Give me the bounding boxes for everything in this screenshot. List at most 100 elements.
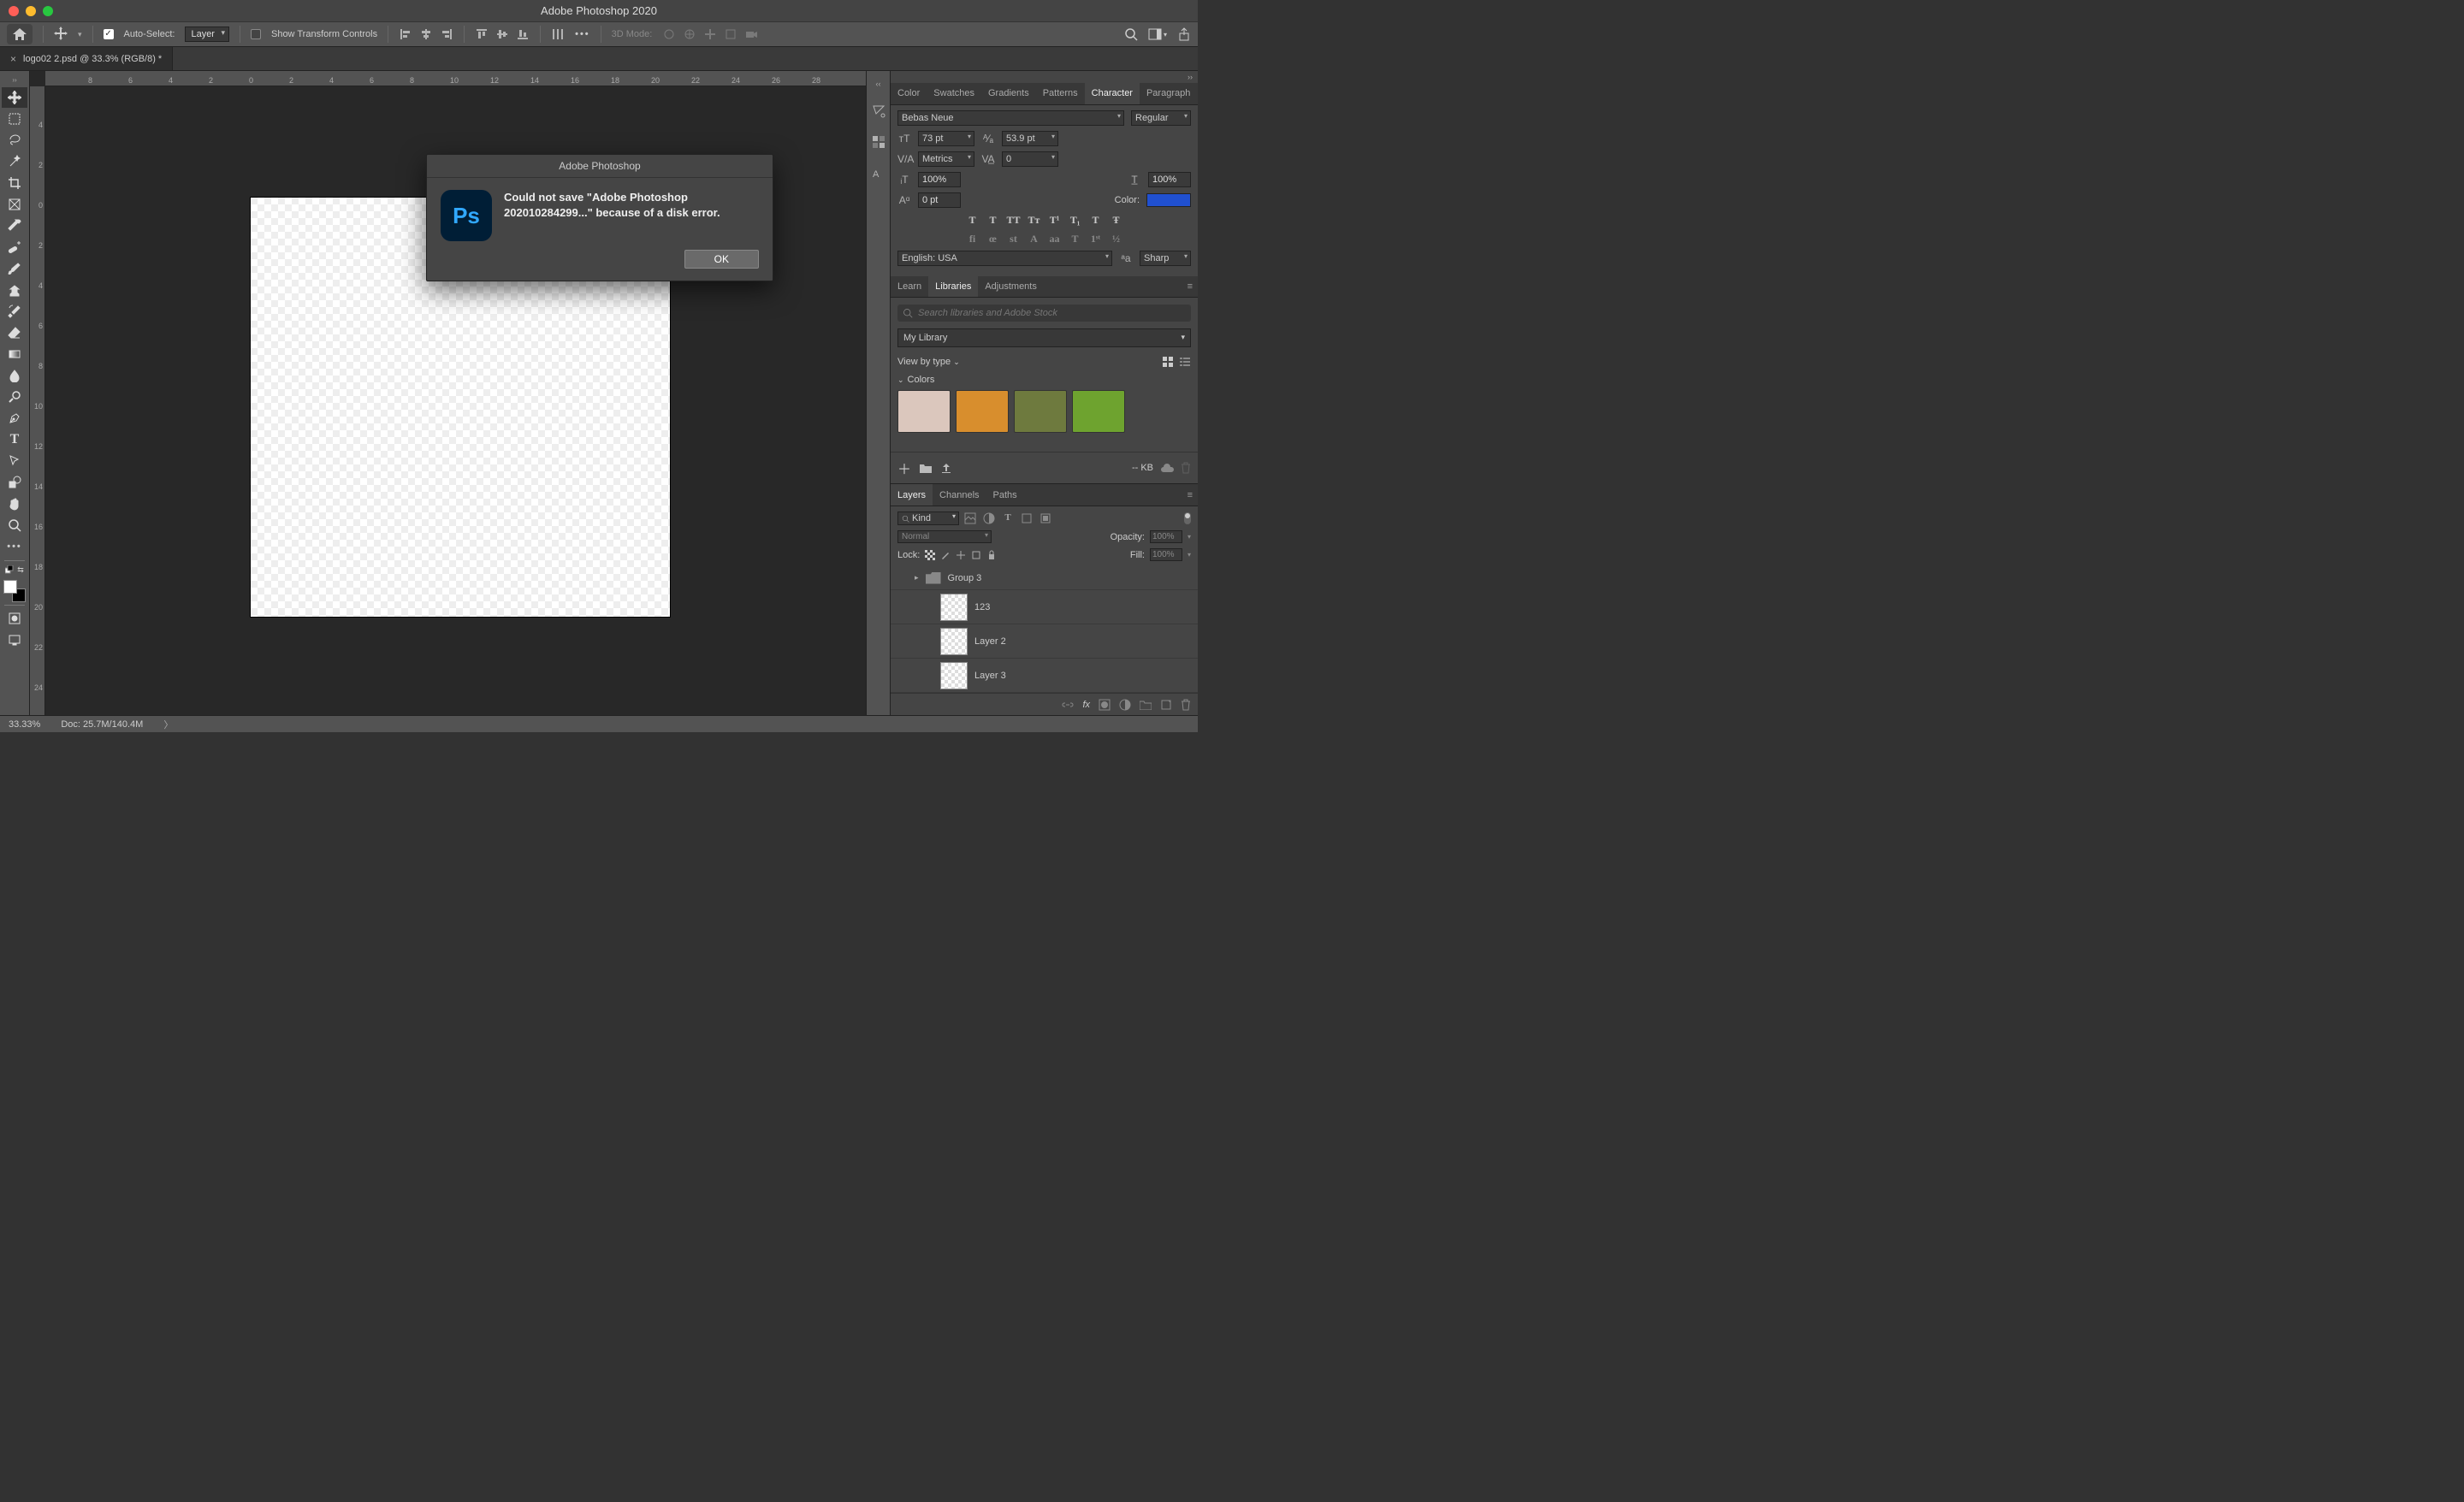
- vertical-ruler[interactable]: 42024681012141618202224: [30, 86, 45, 715]
- auto-select-checkbox[interactable]: ✓: [104, 29, 114, 39]
- swatches-panel-icon[interactable]: [871, 134, 886, 150]
- align-top-icon[interactable]: [475, 27, 489, 41]
- brush-tool[interactable]: [2, 258, 27, 279]
- grid-view-icon[interactable]: [1162, 356, 1174, 368]
- panel-tab-libraries[interactable]: Libraries: [928, 276, 978, 298]
- foreground-color[interactable]: [3, 580, 17, 594]
- 3d-pan-icon[interactable]: [703, 27, 717, 41]
- language-select[interactable]: English: USA: [897, 251, 1112, 266]
- layer-row[interactable]: Layer 2: [891, 624, 1198, 659]
- add-content-icon[interactable]: ＋: [897, 458, 911, 478]
- type-style-btn[interactable]: Ŧ: [1109, 213, 1124, 228]
- hscale-input[interactable]: [1148, 172, 1191, 187]
- panel-tab-character[interactable]: Character: [1085, 83, 1140, 104]
- doc-info[interactable]: Doc: 25.7M/140.4M: [61, 719, 143, 730]
- frame-tool[interactable]: [2, 194, 27, 215]
- history-brush-tool[interactable]: [2, 301, 27, 322]
- libraries-folder-icon[interactable]: [920, 463, 932, 473]
- crop-tool[interactable]: [2, 173, 27, 193]
- lock-transparency-icon[interactable]: [925, 550, 935, 560]
- visibility-toggle[interactable]: [896, 601, 908, 613]
- visibility-toggle[interactable]: [896, 670, 908, 682]
- quick-mask-tool[interactable]: [2, 608, 27, 629]
- opentype-btn[interactable]: aa: [1047, 232, 1063, 247]
- zoom-level[interactable]: 33.33%: [9, 719, 40, 730]
- type-style-btn[interactable]: T: [986, 213, 1001, 228]
- layer-mask-icon[interactable]: [1099, 699, 1111, 711]
- visibility-toggle[interactable]: [896, 572, 908, 584]
- tracking-select[interactable]: 0: [1002, 151, 1058, 167]
- font-size-select[interactable]: 73 pt: [918, 131, 974, 146]
- foreground-background-colors[interactable]: [3, 580, 26, 602]
- lock-pixels-icon[interactable]: [940, 550, 951, 560]
- pen-tool[interactable]: [2, 408, 27, 429]
- distribute-icon[interactable]: [551, 27, 565, 41]
- hand-tool[interactable]: [2, 494, 27, 514]
- type-style-btn[interactable]: T: [965, 213, 980, 228]
- swap-colors-icon[interactable]: ⇆: [17, 565, 24, 575]
- filter-pixel-icon[interactable]: [964, 512, 976, 524]
- type-style-btn[interactable]: T: [1088, 213, 1104, 228]
- opentype-btn[interactable]: 1ˢᵗ: [1088, 232, 1104, 247]
- path-selection-tool[interactable]: [2, 451, 27, 471]
- type-style-btn[interactable]: Tᴛ: [1027, 213, 1042, 228]
- opentype-btn[interactable]: ½: [1109, 232, 1124, 247]
- edit-toolbar[interactable]: •••: [2, 536, 27, 557]
- filter-smart-icon[interactable]: [1040, 512, 1051, 524]
- type-tool[interactable]: T: [2, 429, 27, 450]
- trash-icon[interactable]: [1181, 462, 1191, 474]
- lasso-tool[interactable]: [2, 130, 27, 151]
- home-button[interactable]: [7, 24, 33, 44]
- panel-tab-learn[interactable]: Learn: [891, 276, 928, 298]
- view-by-type[interactable]: View by type ⌄: [897, 357, 960, 367]
- layer-row[interactable]: ▸Group 3: [891, 566, 1198, 590]
- filter-shape-icon[interactable]: [1021, 512, 1033, 524]
- library-color-swatch[interactable]: [897, 390, 951, 433]
- 3d-orbit-icon[interactable]: [662, 27, 676, 41]
- show-transform-checkbox[interactable]: [251, 29, 261, 39]
- move-tool-icon[interactable]: [54, 27, 68, 43]
- move-tool[interactable]: [2, 87, 27, 108]
- opacity-input[interactable]: 100%: [1150, 530, 1182, 543]
- layer-row[interactable]: Layer 3: [891, 659, 1198, 693]
- type-style-btn[interactable]: T₁: [1068, 213, 1083, 228]
- more-options[interactable]: •••: [575, 29, 590, 39]
- search-icon[interactable]: [1124, 27, 1138, 41]
- leading-select[interactable]: 53.9 pt: [1002, 131, 1058, 146]
- zoom-tool[interactable]: [2, 515, 27, 535]
- panel-tab-swatches[interactable]: Swatches: [927, 83, 981, 104]
- 3d-slide-icon[interactable]: [724, 27, 737, 41]
- align-left-icon[interactable]: [399, 27, 412, 41]
- healing-brush-tool[interactable]: [2, 237, 27, 257]
- horizontal-ruler[interactable]: 86420246810121416182022242628: [45, 71, 866, 86]
- lock-all-icon[interactable]: [986, 550, 997, 560]
- layer-filter-kind[interactable]: Kind: [897, 512, 959, 525]
- library-color-swatch[interactable]: [956, 390, 1009, 433]
- screen-mode-tool[interactable]: [2, 630, 27, 650]
- library-select[interactable]: My Library ▾: [897, 328, 1191, 347]
- 3d-rotate-icon[interactable]: [683, 27, 696, 41]
- libraries-upload-icon[interactable]: [940, 462, 952, 474]
- visibility-toggle[interactable]: [896, 636, 908, 648]
- panel-tab-adjustments[interactable]: Adjustments: [978, 276, 1044, 298]
- opentype-btn[interactable]: st: [1006, 232, 1022, 247]
- align-right-icon[interactable]: [440, 27, 453, 41]
- layer-fx-icon[interactable]: fx: [1082, 700, 1090, 710]
- delete-layer-icon[interactable]: [1181, 699, 1191, 711]
- filter-toggle[interactable]: [1184, 512, 1191, 524]
- layer-row[interactable]: 123: [891, 590, 1198, 624]
- eraser-tool[interactable]: [2, 322, 27, 343]
- opentype-btn[interactable]: T: [1068, 232, 1083, 247]
- new-group-icon[interactable]: [1140, 700, 1152, 710]
- lock-artboard-icon[interactable]: [971, 550, 981, 560]
- document-tab[interactable]: × logo02 2.psd @ 33.3% (RGB/8) *: [0, 47, 173, 70]
- baseline-input[interactable]: [918, 192, 961, 208]
- gradient-tool[interactable]: [2, 344, 27, 364]
- panel-menu-icon[interactable]: ≡: [1197, 83, 1198, 104]
- align-center-v-icon[interactable]: [495, 27, 509, 41]
- libraries-search-input[interactable]: [918, 308, 1186, 318]
- opentype-btn[interactable]: fi: [965, 232, 980, 247]
- panel-tab-color[interactable]: Color: [891, 83, 927, 104]
- eyedropper-tool[interactable]: [2, 216, 27, 236]
- fill-input[interactable]: 100%: [1150, 548, 1182, 561]
